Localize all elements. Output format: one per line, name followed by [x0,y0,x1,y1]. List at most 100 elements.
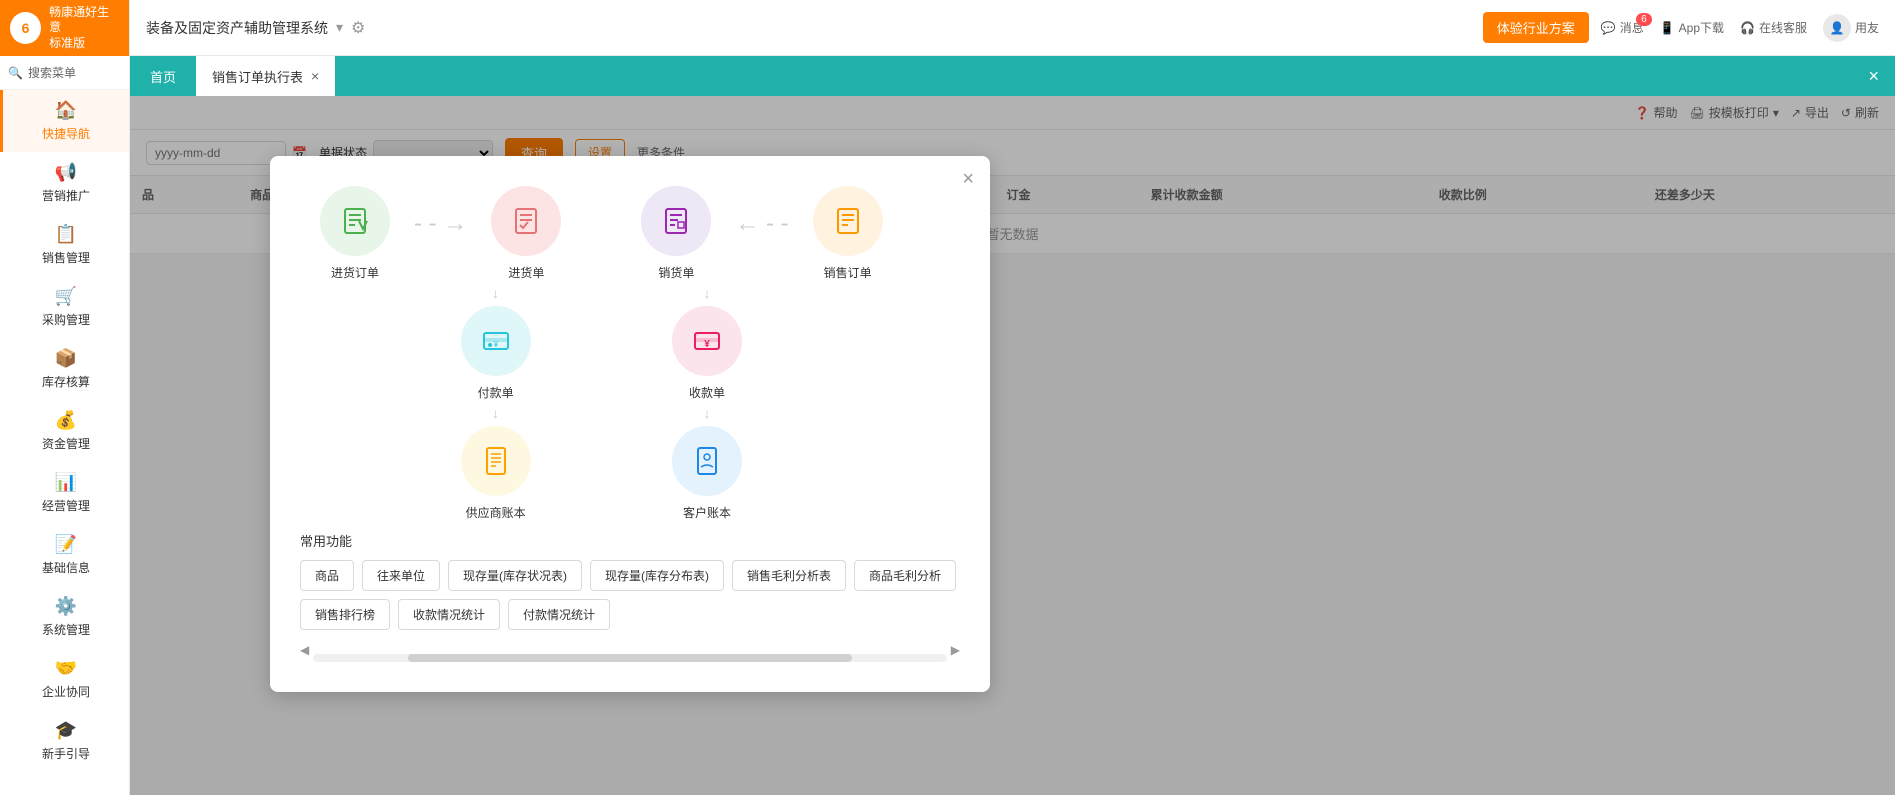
sales-receipt-icon [641,186,711,256]
flow-right: 销货单 ← - - 销售订单 [621,186,902,521]
collection-icon: ¥ [672,306,742,376]
func-btn-product[interactable]: 商品 [300,560,354,591]
scroll-left-btn[interactable]: ◀ [300,643,309,657]
flow-label-supplier-ledger: 供应商账本 [466,504,526,521]
supplier-ledger-icon [461,426,531,496]
func-btn-stock-status[interactable]: 现存量(库存状况表) [448,560,582,591]
tab-label: 销售订单执行表 [212,67,303,86]
func-btn-payment-stat[interactable]: 付款情况统计 [508,599,610,630]
func-btn-stock-dist[interactable]: 现存量(库存分布表) [590,560,724,591]
flow-item-collection[interactable]: ¥ 收款单 [652,306,762,401]
sidebar-item-marketing[interactable]: 📢 营销推广 [0,152,129,214]
func-btn-collection-stat[interactable]: 收款情况统计 [398,599,500,630]
sidebar-item-enterprise[interactable]: 🤝 企业协同 [0,648,129,710]
message-icon: 💬 [1601,21,1616,35]
sales-order-icon [813,186,883,256]
flow-item-supplier-ledger[interactable]: 供应商账本 [441,426,551,521]
sidebar-item-sales[interactable]: 📋 销售管理 [0,214,129,276]
logo-icon: 6 [10,12,41,44]
sidebar: 6 畅康通好生意 标准版 🔍 搜索菜单 🏠 快捷导航 📢 营销推广 📋 销售管理 [0,0,130,795]
svg-text:¥: ¥ [704,339,710,350]
func-btn-product-profit[interactable]: 商品毛利分析 [854,560,956,591]
main-content: 装备及固定资产辅助管理系统 ▾ ⚙ 体验行业方案 💬 6 消息 📱 App下载 … [130,0,1895,795]
sidebar-item-label: 基础信息 [42,559,90,576]
basic-info-icon: 📝 [55,534,77,555]
modal-close-btn[interactable]: × [962,168,974,191]
scroll-right-btn[interactable]: ▶ [951,643,960,657]
sidebar-item-basic-info[interactable]: 📝 基础信息 [0,524,129,586]
func-buttons-row2: 销售排行榜 收款情况统计 付款情况统计 [300,599,960,630]
flow-label-sales-order: 销售订单 [824,264,872,281]
message-btn[interactable]: 💬 6 消息 [1601,19,1644,36]
flow-arrow-down-1: ↓ [331,281,551,306]
svg-text:¥: ¥ [492,340,498,349]
sidebar-item-label: 采购管理 [42,311,90,328]
func-btn-sales-rank[interactable]: 销售排行榜 [300,599,390,630]
user-avatar: 👤 [1823,14,1851,42]
flow-item-purchase-order[interactable]: 进货订单 [300,186,410,281]
sales-icon: 📋 [55,224,77,245]
modal-scrollbar[interactable] [313,654,947,662]
flow-label-purchase-receipt: 进货单 [508,264,544,281]
sidebar-item-operations[interactable]: 📊 经营管理 [0,462,129,524]
flow-item-payment[interactable]: ¥ 付款单 [441,306,551,401]
sidebar-item-label: 资金管理 [42,435,90,452]
sidebar-item-purchase[interactable]: 🛒 采购管理 [0,276,129,338]
flow-left: 进货订单 - - → 进货单 [300,186,581,521]
customer-ledger-icon [672,426,742,496]
topbar-icons: 💬 6 消息 📱 App下载 🎧 在线客服 👤 用友 [1601,14,1879,42]
modal-overlay[interactable]: × 进货订单 - [130,96,1895,795]
topbar-title: 装备及固定资产辅助管理系统 ▾ ⚙ [146,18,1471,38]
flow-customer-row: 客户账本 [652,426,872,521]
flow-item-sales-receipt[interactable]: 销货单 [621,186,731,281]
app-download-btn[interactable]: 📱 App下载 [1660,19,1724,36]
sidebar-search[interactable]: 🔍 搜索菜单 [0,56,129,90]
func-btn-sales-profit[interactable]: 销售毛利分析表 [732,560,846,591]
flow-label-payment: 付款单 [478,384,514,401]
online-service-btn[interactable]: 🎧 在线客服 [1740,19,1807,36]
purchase-receipt-icon [491,186,561,256]
sidebar-item-label: 系统管理 [42,621,90,638]
purchase-icon: 🛒 [55,286,77,307]
flow-supplier-row: 供应商账本 [331,426,551,521]
system-icon: ⚙️ [55,596,77,617]
dropdown-arrow-icon[interactable]: ▾ [336,19,343,36]
flow-item-customer-ledger[interactable]: 客户账本 [652,426,762,521]
experience-btn[interactable]: 体验行业方案 [1483,12,1589,43]
flow-item-sales-order[interactable]: 销售订单 [793,186,903,281]
sidebar-item-quick-nav[interactable]: 🏠 快捷导航 [0,90,129,152]
sidebar-item-label: 营销推广 [42,187,90,204]
flow-label-sales-receipt: 销货单 [658,264,694,281]
flow-item-purchase-receipt[interactable]: 进货单 [471,186,581,281]
guide-icon: 🎓 [55,720,77,741]
window-close-btn[interactable]: × [1852,66,1895,87]
arrow-left-1: ← - - [731,210,792,238]
purchase-order-icon [320,186,390,256]
user-menu[interactable]: 👤 用友 [1823,14,1879,42]
sidebar-item-system[interactable]: ⚙️ 系统管理 [0,586,129,648]
sidebar-item-guide[interactable]: 🎓 新手引导 [0,710,129,772]
inventory-icon: 📦 [55,348,77,369]
search-label: 搜索菜单 [28,64,76,81]
payment-icon: ¥ [461,306,531,376]
sidebar-item-inventory[interactable]: 📦 库存核算 [0,338,129,400]
download-icon: 📱 [1660,21,1675,35]
flow-label-collection: 收款单 [689,384,725,401]
tab-sales-order[interactable]: 销售订单执行表 × [196,56,335,96]
sidebar-item-label: 销售管理 [42,249,90,266]
marketing-icon: 📢 [55,162,77,183]
page-content: ❓ 帮助 🖨 按模板打印 ▾ ↗ 导出 ↺ 刷新 [130,96,1895,795]
message-badge: 6 [1636,13,1652,26]
tab-close-btn[interactable]: × [311,68,319,84]
service-icon: 🎧 [1740,21,1755,35]
func-btn-contact[interactable]: 往来单位 [362,560,440,591]
flow-diagram: 进货订单 - - → 进货单 [300,186,960,521]
home-icon: 🏠 [55,100,77,121]
logo: 6 畅康通好生意 标准版 [0,0,129,56]
sidebar-item-finance[interactable]: 💰 资金管理 [0,400,129,462]
tab-home[interactable]: 首页 [130,56,196,96]
flow-label-customer-ledger: 客户账本 [683,504,731,521]
enterprise-icon: 🤝 [55,658,77,679]
system-title-text: 装备及固定资产辅助管理系统 [146,18,328,38]
settings-icon[interactable]: ⚙ [351,18,365,38]
